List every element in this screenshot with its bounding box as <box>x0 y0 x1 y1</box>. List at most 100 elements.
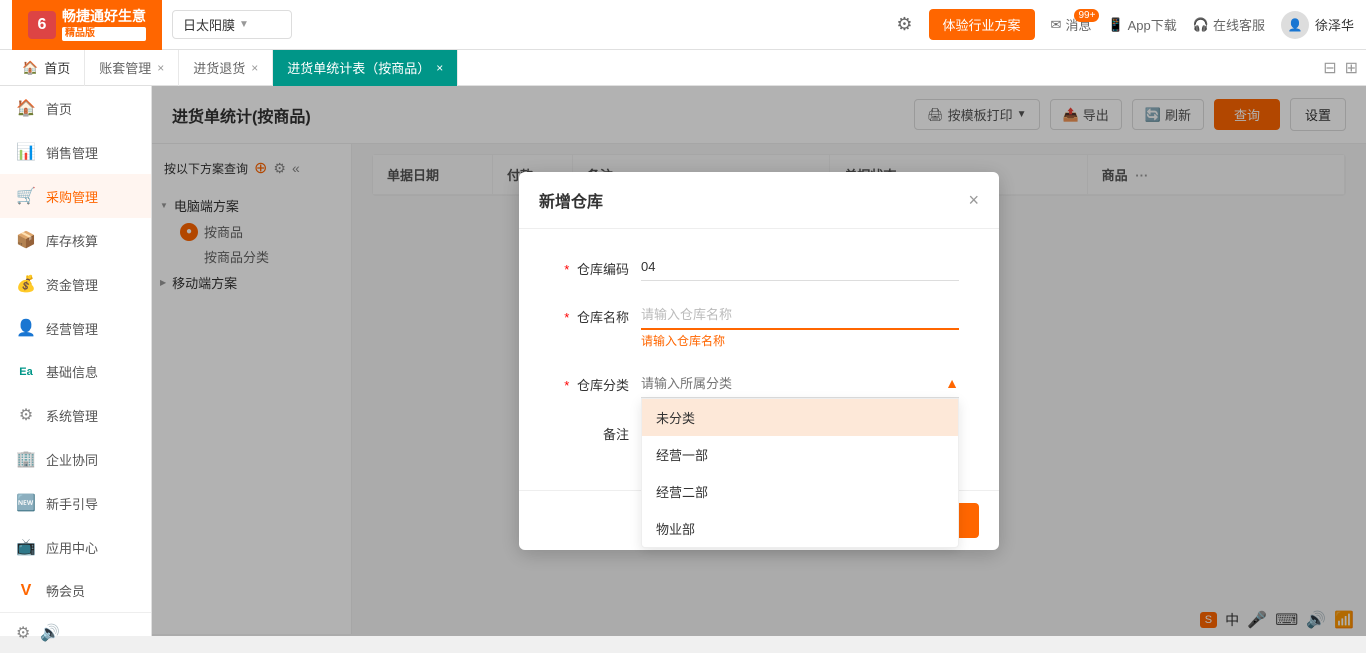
sidebar-audio-icon[interactable]: 🔊 <box>40 623 60 643</box>
new-warehouse-modal: 新增仓库 × * 仓库编码 <box>519 172 999 550</box>
sidebar-item-inventory-label: 库存核算 <box>46 231 98 250</box>
user-area[interactable]: 👤 徐泽华 <box>1281 11 1354 39</box>
dropdown-item-dept1[interactable]: 经营一部 <box>642 436 958 473</box>
tab-purchase-return-close[interactable]: × <box>251 61 258 75</box>
form-group-code: * 仓库编码 <box>559 253 959 281</box>
sidebar-item-apps-label: 应用中心 <box>46 538 98 557</box>
form-group-category: * 仓库分类 ▲ 未分类 经营一部 经营二部 <box>559 369 959 398</box>
main-layout: 🏠 首页 📊 销售管理 🛒 采购管理 📦 库存核算 💰 资金管理 👤 经营管理 … <box>0 86 1366 636</box>
top-bar: 6 畅捷通好生意 精品版 日太阳膜 ▼ ⚙ 体验行业方案 ✉ 消息 99+ 📱 … <box>0 0 1366 50</box>
tab-purchase-return-label: 进货退货 <box>193 58 245 77</box>
top-icons: ✉ 消息 99+ 📱 App下载 🎧 在线客服 <box>1051 15 1265 34</box>
home-icon: 🏠 <box>22 60 38 76</box>
operation-sidebar-icon: 👤 <box>16 318 36 338</box>
message-icon: ✉ <box>1051 17 1062 33</box>
category-input[interactable] <box>641 376 945 391</box>
system-sidebar-icon: ⚙ <box>16 405 36 425</box>
guide-sidebar-icon: 🆕 <box>16 493 36 513</box>
tab-account-label: 账套管理 <box>99 58 151 77</box>
basic-sidebar-icon: Ea <box>16 366 36 378</box>
code-input[interactable] <box>641 253 959 281</box>
tab-account[interactable]: 账套管理 × <box>85 50 179 86</box>
category-arrow-icon[interactable]: ▲ <box>945 375 959 391</box>
category-dropdown-wrap: ▲ 未分类 经营一部 经营二部 物业部 <box>641 369 959 398</box>
tab-purchase-stats[interactable]: 进货单统计表（按商品） × <box>273 50 458 86</box>
service-item[interactable]: 🎧 在线客服 <box>1193 15 1265 34</box>
tab-account-close[interactable]: × <box>157 61 164 75</box>
sidebar-item-finance-label: 资金管理 <box>46 275 98 294</box>
sidebar-settings-icon[interactable]: ⚙ <box>16 623 30 643</box>
store-selector[interactable]: 日太阳膜 ▼ <box>172 10 292 39</box>
name-required-star: * <box>564 310 569 325</box>
enterprise-sidebar-icon: 🏢 <box>16 449 36 469</box>
top-actions: ⚙ 体验行业方案 ✉ 消息 99+ 📱 App下载 🎧 在线客服 👤 徐泽华 <box>896 9 1354 40</box>
service-label: 在线客服 <box>1213 15 1265 34</box>
modal-header: 新增仓库 × <box>519 172 999 229</box>
category-required-star: * <box>564 378 569 393</box>
tab-right-actions: ⊟ ⊞ <box>1323 58 1358 78</box>
apps-sidebar-icon: 📺 <box>16 537 36 557</box>
dropdown-item-uncategorized[interactable]: 未分类 <box>642 399 958 436</box>
sidebar-item-member-label: 畅会员 <box>46 581 85 600</box>
sidebar-item-operation[interactable]: 👤 经营管理 <box>0 306 151 350</box>
tab-purchase-return[interactable]: 进货退货 × <box>179 50 273 86</box>
tab-expand-icon[interactable]: ⊞ <box>1345 58 1358 78</box>
sidebar-item-guide[interactable]: 🆕 新手引导 <box>0 481 151 525</box>
form-group-name: * 仓库名称 请输入仓库名称 <box>559 301 959 349</box>
code-required-star: * <box>564 262 569 277</box>
modal-body: * 仓库编码 * 仓库名称 <box>519 229 999 490</box>
sidebar: 🏠 首页 📊 销售管理 🛒 采购管理 📦 库存核算 💰 资金管理 👤 经营管理 … <box>0 86 152 636</box>
trial-button[interactable]: 体验行业方案 <box>929 9 1035 40</box>
sidebar-item-basic[interactable]: Ea 基础信息 <box>0 350 151 393</box>
category-label: * 仓库分类 <box>559 369 629 394</box>
sidebar-bottom: ⚙ 🔊 <box>0 612 151 653</box>
modal-title: 新增仓库 <box>539 188 603 212</box>
note-label: 备注 <box>559 418 629 443</box>
logo-sub: 精品版 <box>62 27 146 41</box>
sidebar-item-inventory[interactable]: 📦 库存核算 <box>0 218 151 262</box>
user-name: 徐泽华 <box>1315 15 1354 34</box>
sidebar-item-purchase[interactable]: 🛒 采购管理 <box>0 174 151 218</box>
category-dropdown-menu: 未分类 经营一部 经营二部 物业部 <box>641 398 959 548</box>
code-label: * 仓库编码 <box>559 253 629 278</box>
purchase-sidebar-icon: 🛒 <box>16 186 36 206</box>
mobile-icon: 📱 <box>1107 17 1123 33</box>
settings-icon[interactable]: ⚙ <box>896 14 912 35</box>
category-dropdown[interactable]: ▲ <box>641 369 959 398</box>
dropdown-item-property[interactable]: 物业部 <box>642 510 958 547</box>
sidebar-item-system[interactable]: ⚙ 系统管理 <box>0 393 151 437</box>
content-area: 进货单统计(按商品) 🖨 按模板打印 ▼ 📤 导出 🔄 刷新 查询 设置 <box>152 86 1366 636</box>
name-error-msg: 请输入仓库名称 <box>641 332 959 349</box>
tab-purchase-stats-label: 进货单统计表（按商品） <box>287 58 430 77</box>
tab-purchase-stats-close[interactable]: × <box>436 61 443 75</box>
sidebar-item-system-label: 系统管理 <box>46 406 98 425</box>
finance-sidebar-icon: 💰 <box>16 274 36 294</box>
tab-home[interactable]: 🏠 首页 <box>8 50 85 86</box>
logo-title: 畅捷通好生意 <box>62 8 146 25</box>
sidebar-item-enterprise-label: 企业协同 <box>46 450 98 469</box>
name-input[interactable] <box>641 301 959 330</box>
headset-icon: 🎧 <box>1193 17 1209 33</box>
sidebar-item-home-label: 首页 <box>46 99 72 118</box>
name-input-wrap: 请输入仓库名称 <box>641 301 959 349</box>
sidebar-item-basic-label: 基础信息 <box>46 362 98 381</box>
app-download-item[interactable]: 📱 App下载 <box>1107 15 1176 34</box>
tab-bar: 🏠 首页 账套管理 × 进货退货 × 进货单统计表（按商品） × ⊟ ⊞ <box>0 50 1366 86</box>
message-badge: 99+ <box>1074 9 1099 22</box>
dropdown-item-dept2[interactable]: 经营二部 <box>642 473 958 510</box>
app-label: App下载 <box>1128 15 1177 34</box>
home-sidebar-icon: 🏠 <box>16 98 36 118</box>
sidebar-item-sales[interactable]: 📊 销售管理 <box>0 130 151 174</box>
tab-minimize-icon[interactable]: ⊟ <box>1323 58 1336 78</box>
sidebar-item-apps[interactable]: 📺 应用中心 <box>0 525 151 569</box>
modal-close-button[interactable]: × <box>968 190 979 211</box>
member-sidebar-icon: V <box>16 582 36 600</box>
message-icon-item[interactable]: ✉ 消息 99+ <box>1051 15 1092 34</box>
sidebar-item-operation-label: 经营管理 <box>46 319 98 338</box>
sidebar-item-home[interactable]: 🏠 首页 <box>0 86 151 130</box>
sidebar-item-enterprise[interactable]: 🏢 企业协同 <box>0 437 151 481</box>
logo-icon: 6 <box>28 11 56 39</box>
name-label: * 仓库名称 <box>559 301 629 326</box>
sidebar-item-finance[interactable]: 💰 资金管理 <box>0 262 151 306</box>
sidebar-item-member[interactable]: V 畅会员 <box>0 569 151 612</box>
